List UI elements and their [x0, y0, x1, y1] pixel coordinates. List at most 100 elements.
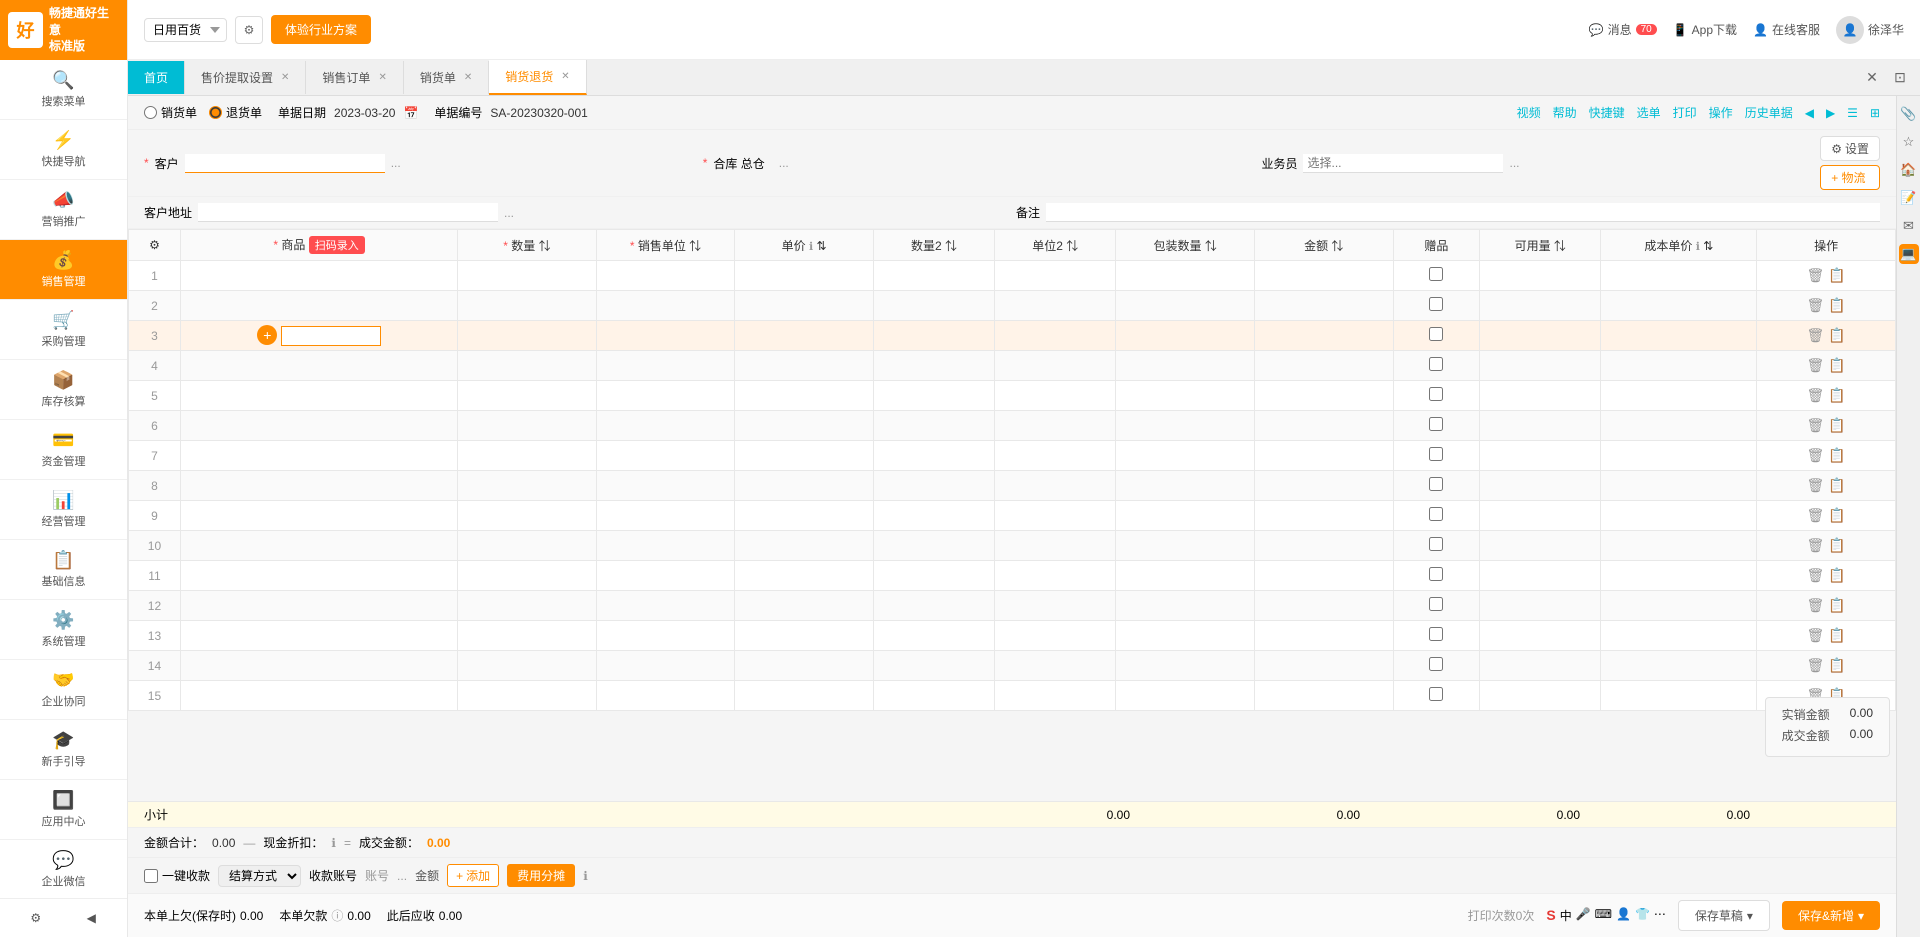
shortcut-link[interactable]: 快捷键 [1589, 104, 1625, 121]
cell-gift[interactable] [1393, 381, 1480, 411]
cell-cost-price[interactable] [1601, 291, 1757, 321]
cell-quantity[interactable] [458, 291, 597, 321]
tab-sale-order[interactable]: 销售订单 ✕ [306, 61, 403, 94]
message-item[interactable]: 💬 消息 70 [1589, 21, 1657, 38]
add-row-button[interactable]: + [257, 325, 277, 345]
copy-row-icon[interactable]: 📋 [1828, 327, 1845, 344]
cell-sale-unit[interactable] [596, 411, 735, 441]
cell-quantity[interactable] [458, 501, 597, 531]
cell-amount[interactable] [1254, 501, 1393, 531]
operation-link[interactable]: 操作 [1709, 104, 1733, 121]
cell-unit-price[interactable] [735, 561, 874, 591]
cell-quantity2[interactable] [873, 261, 994, 291]
cell-quantity2[interactable] [873, 561, 994, 591]
cell-quantity[interactable] [458, 561, 597, 591]
keyboard-icon[interactable]: ⌨ [1595, 907, 1612, 924]
shirt-icon[interactable]: 👕 [1635, 907, 1650, 924]
delete-row-icon[interactable]: 🗑 [1807, 627, 1825, 644]
cell-amount[interactable] [1254, 321, 1393, 351]
copy-row-icon[interactable]: 📋 [1828, 507, 1845, 524]
cell-sale-unit[interactable] [596, 351, 735, 381]
cell-sale-unit[interactable] [596, 501, 735, 531]
help-fee-icon[interactable]: ℹ [583, 869, 588, 883]
cell-cost-price[interactable] [1601, 591, 1757, 621]
cell-sale-unit[interactable] [596, 291, 735, 321]
one-click-payment-checkbox[interactable] [144, 869, 158, 883]
gift-checkbox[interactable] [1429, 477, 1443, 491]
cell-amount[interactable] [1254, 591, 1393, 621]
cell-available[interactable] [1480, 471, 1601, 501]
next-record-icon[interactable]: ▶ [1826, 106, 1835, 120]
cell-unit2[interactable] [995, 381, 1116, 411]
cell-pack-qty[interactable] [1116, 441, 1255, 471]
cell-quantity2[interactable] [873, 651, 994, 681]
grid-view-icon[interactable]: ⊞ [1870, 106, 1880, 120]
cell-amount[interactable] [1254, 561, 1393, 591]
tab-sale-return[interactable]: 销货退货 ✕ [489, 60, 586, 95]
cell-cost-price[interactable] [1601, 681, 1757, 711]
sidebar-item-sales[interactable]: 💰 销售管理 [0, 240, 127, 300]
cell-quantity2[interactable] [873, 441, 994, 471]
cell-sale-unit[interactable] [596, 651, 735, 681]
cell-unit-price[interactable] [735, 351, 874, 381]
warehouse-select-icon[interactable]: ... [779, 156, 789, 170]
cell-pack-qty[interactable] [1116, 591, 1255, 621]
sidebar-item-basic[interactable]: 📋 基础信息 [0, 540, 127, 600]
copy-row-icon[interactable]: 📋 [1828, 447, 1845, 464]
cell-product[interactable] [180, 291, 457, 321]
rp-icon-1[interactable]: 📎 [1899, 104, 1919, 124]
cell-sale-unit[interactable] [596, 621, 735, 651]
gift-checkbox[interactable] [1429, 327, 1443, 341]
delete-row-icon[interactable]: 🗑 [1807, 267, 1825, 284]
cell-amount[interactable] [1254, 291, 1393, 321]
cell-quantity2[interactable] [873, 681, 994, 711]
copy-row-icon[interactable]: 📋 [1828, 627, 1845, 644]
cell-unit2[interactable] [995, 441, 1116, 471]
copy-row-icon[interactable]: 📋 [1828, 267, 1845, 284]
cell-unit2[interactable] [995, 351, 1116, 381]
cell-pack-qty[interactable] [1116, 681, 1255, 711]
cell-unit2[interactable] [995, 591, 1116, 621]
sidebar-item-shortcuts[interactable]: ⚡ 快捷导航 [0, 120, 127, 180]
cell-available[interactable] [1480, 651, 1601, 681]
copy-row-icon[interactable]: 📋 [1828, 357, 1845, 374]
cell-quantity[interactable] [458, 381, 597, 411]
cell-unit2[interactable] [995, 471, 1116, 501]
one-click-payment-label[interactable]: 一键收款 [144, 867, 210, 884]
select-link[interactable]: 选单 [1637, 104, 1661, 121]
remark-input[interactable] [1046, 203, 1880, 222]
cell-quantity2[interactable] [873, 321, 994, 351]
cell-gift[interactable] [1393, 351, 1480, 381]
cell-quantity2[interactable] [873, 351, 994, 381]
cell-unit-price[interactable] [735, 381, 874, 411]
sidebar-item-finance[interactable]: 💳 资金管理 [0, 420, 127, 480]
cell-available[interactable] [1480, 441, 1601, 471]
category-settings-icon[interactable]: ⚙ [235, 16, 263, 44]
cell-quantity[interactable] [458, 351, 597, 381]
cell-amount[interactable] [1254, 531, 1393, 561]
sidebar-item-wechat[interactable]: 💬 企业微信 [0, 840, 127, 898]
delete-row-icon[interactable]: 🗑 [1807, 507, 1825, 524]
person-icon[interactable]: 👤 [1616, 907, 1631, 924]
cell-unit-price[interactable] [735, 681, 874, 711]
cell-sale-unit[interactable] [596, 681, 735, 711]
cell-amount[interactable] [1254, 381, 1393, 411]
cell-sale-unit[interactable] [596, 471, 735, 501]
sidebar-item-purchase[interactable]: 🛒 采购管理 [0, 300, 127, 360]
save-draft-button[interactable]: 保存草稿 ▾ [1678, 900, 1770, 931]
print-link[interactable]: 打印 [1673, 104, 1697, 121]
cell-pack-qty[interactable] [1116, 411, 1255, 441]
radio-sale-out[interactable]: 销货单 [144, 104, 197, 121]
cell-pack-qty[interactable] [1116, 261, 1255, 291]
settings-button[interactable]: ⚙ 设置 [1820, 136, 1880, 161]
cell-quantity2[interactable] [873, 411, 994, 441]
cell-pack-qty[interactable] [1116, 471, 1255, 501]
rp-icon-5[interactable]: ✉ [1899, 216, 1919, 236]
cell-product[interactable] [180, 531, 457, 561]
th-settings[interactable]: ⚙ [129, 230, 181, 261]
delete-row-icon[interactable]: 🗑 [1807, 537, 1825, 554]
cell-gift[interactable] [1393, 531, 1480, 561]
delete-row-icon[interactable]: 🗑 [1807, 357, 1825, 374]
cell-cost-price[interactable] [1601, 441, 1757, 471]
cell-gift[interactable] [1393, 621, 1480, 651]
